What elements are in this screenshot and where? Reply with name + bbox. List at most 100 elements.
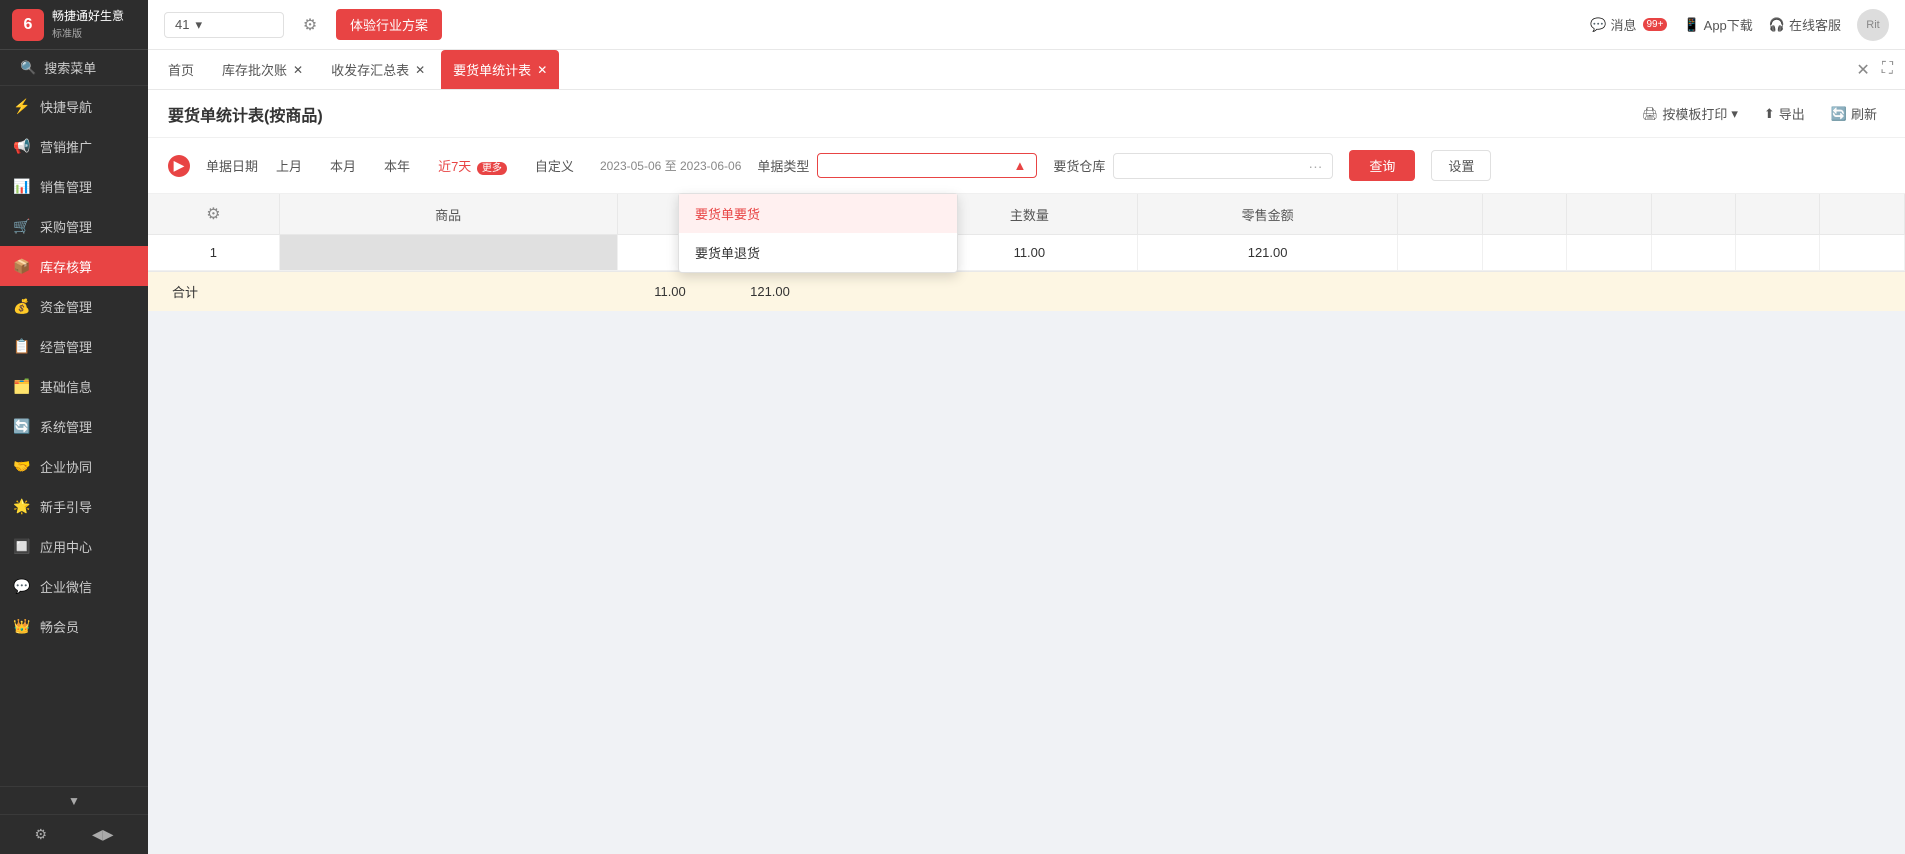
store-selector[interactable]: 41 ▾ xyxy=(164,12,284,38)
sidebar-item-operation[interactable]: 📋 经营管理 xyxy=(0,326,148,366)
tab-close-inventory-batch[interactable]: ✕ xyxy=(293,63,303,77)
tab-close-order-summary[interactable]: ✕ xyxy=(537,63,547,77)
col-header-product: 商品 xyxy=(279,194,617,235)
query-button[interactable]: 查询 xyxy=(1349,150,1415,181)
col-header-settings[interactable]: ⚙ xyxy=(148,194,279,235)
header-right: 💬 消息 99+ 📱 App下载 🎧 在线客服 Rit xyxy=(1590,9,1889,41)
page-body: 要货单统计表(按商品) 🖨 按模板打印 ▾ ⬆ 导出 🔄 刷新 xyxy=(148,90,1905,311)
print-label: 按模板打印 xyxy=(1662,104,1727,123)
tab-label-order-summary: 要货单统计表 xyxy=(453,60,531,79)
message-label: 消息 xyxy=(1610,15,1636,34)
sidebar-item-label-member: 畅会员 xyxy=(40,617,79,636)
sidebar-item-base[interactable]: 🗂️ 基础信息 xyxy=(0,366,148,406)
dropdown-item-order-goods[interactable]: 要货单要货 xyxy=(679,194,957,233)
wechat-icon: 💬 xyxy=(12,576,32,596)
data-table: ⚙商品主计量单位主数量零售金额 1 块 11.00 121.00 xyxy=(148,194,1905,271)
col-header-extra xyxy=(1482,194,1566,235)
sidebar-item-wechat[interactable]: 💬 企业微信 xyxy=(0,566,148,606)
sidebar-item-appstore[interactable]: 🔲 应用中心 xyxy=(0,526,148,566)
close-tab-btn[interactable]: ✕ xyxy=(1852,56,1873,84)
settings-footer-btn[interactable]: ⚙ xyxy=(34,826,47,843)
sidebar-item-enterprise[interactable]: 🤝 企业协同 xyxy=(0,446,148,486)
sales-icon: 📊 xyxy=(12,176,32,196)
setup-button[interactable]: 设置 xyxy=(1431,150,1491,181)
system-icon: 🔄 xyxy=(12,416,32,436)
warehouse-more-icon[interactable]: ··· xyxy=(1308,158,1322,174)
sidebar-item-label-system: 系统管理 xyxy=(40,417,92,436)
chevron-down-icon: ▾ xyxy=(195,17,202,33)
avatar-text: Rit xyxy=(1866,19,1879,31)
this-year-btn[interactable]: 本年 xyxy=(374,152,420,179)
footer-quantity: 11.00 xyxy=(620,284,720,299)
service-action[interactable]: 🎧 在线客服 xyxy=(1769,15,1841,34)
sidebar-item-purchase[interactable]: 🛒 采购管理 xyxy=(0,206,148,246)
sidebar-item-sales[interactable]: 📊 销售管理 xyxy=(0,166,148,206)
tab-home[interactable]: 首页 xyxy=(156,50,206,89)
tab-receivable-summary[interactable]: 收发存汇总表 ✕ xyxy=(319,50,437,89)
sidebar-item-label-sales: 销售管理 xyxy=(40,177,92,196)
logo-icon: 6 xyxy=(12,9,44,41)
tab-order-summary[interactable]: 要货单统计表 ✕ xyxy=(441,50,559,89)
sidebar-footer: ⚙ ◀▶ xyxy=(0,814,148,854)
table-row: 1 块 11.00 121.00 xyxy=(148,235,1905,271)
sidebar-item-label-enterprise: 企业协同 xyxy=(40,457,92,476)
service-icon: 🎧 xyxy=(1769,17,1785,33)
header-settings-btn[interactable]: ⚙ xyxy=(296,11,324,39)
sidebar-item-guide[interactable]: 🌟 新手引导 xyxy=(0,486,148,526)
export-btn[interactable]: ⬆ 导出 xyxy=(1756,100,1813,127)
app-download-action[interactable]: 📱 App下载 xyxy=(1683,15,1752,34)
page-content: 要货单统计表(按商品) 🖨 按模板打印 ▾ ⬆ 导出 🔄 刷新 xyxy=(148,90,1905,854)
filter-bar: ▶ 单据日期 上月 本月 本年 近7天 更多 自定义 2023-05-06 至 … xyxy=(148,138,1905,194)
sidebar-scroll-down[interactable]: ▼ xyxy=(0,786,148,814)
search-label: 搜索菜单 xyxy=(44,58,96,77)
print-btn[interactable]: 🖨 按模板打印 ▾ xyxy=(1634,100,1746,127)
sidebar-item-quick-nav[interactable]: ⚡ 快捷导航 xyxy=(0,86,148,126)
marketing-icon: 📢 xyxy=(12,136,32,156)
cell-extra4 xyxy=(1651,235,1735,271)
page-actions: 🖨 按模板打印 ▾ ⬆ 导出 🔄 刷新 xyxy=(1634,100,1885,127)
search-menu[interactable]: 🔍 搜索菜单 xyxy=(0,50,148,86)
last-7-days-btn[interactable]: 近7天 更多 xyxy=(428,152,517,179)
logo-text: 畅捷通好生意 xyxy=(52,9,124,25)
custom-date-btn[interactable]: 自定义 xyxy=(525,152,584,179)
service-label: 在线客服 xyxy=(1789,15,1841,34)
sidebar-item-member[interactable]: 👑 畅会员 xyxy=(0,606,148,646)
table-settings-icon[interactable]: ⚙ xyxy=(206,206,220,223)
toggle-footer-btn[interactable]: ◀▶ xyxy=(92,826,114,843)
warehouse-select[interactable]: ··· xyxy=(1113,153,1333,179)
message-icon: 💬 xyxy=(1590,17,1606,33)
sidebar-item-inventory[interactable]: 📦 库存核算 xyxy=(0,246,148,286)
type-select[interactable]: ▲ xyxy=(817,153,1037,178)
type-filter-label: 单据类型 xyxy=(757,156,809,175)
tab-label-receivable-summary: 收发存汇总表 xyxy=(331,60,409,79)
trial-button[interactable]: 体验行业方案 xyxy=(336,9,442,40)
dropdown-item-order-return[interactable]: 要货单退货 xyxy=(679,233,957,272)
sidebar-item-label-purchase: 采购管理 xyxy=(40,217,92,236)
message-action[interactable]: 💬 消息 99+ xyxy=(1590,15,1667,34)
tab-inventory-batch[interactable]: 库存批次账✕ xyxy=(210,50,315,89)
warehouse-filter-group: 要货仓库 ··· xyxy=(1053,153,1333,179)
tabs-controls: ✕ ⛶ xyxy=(1852,56,1897,84)
expand-tab-btn[interactable]: ⛶ xyxy=(1878,56,1897,84)
cell-extra3 xyxy=(1567,235,1651,271)
sidebar-item-marketing[interactable]: 📢 营销推广 xyxy=(0,126,148,166)
this-month-btn[interactable]: 本月 xyxy=(320,152,366,179)
last-7-days-label: 近7天 xyxy=(438,159,471,174)
sidebar-item-finance[interactable]: 💰 资金管理 xyxy=(0,286,148,326)
refresh-label: 刷新 xyxy=(1851,104,1877,123)
type-dropdown: 要货单要货要货单退货 xyxy=(678,193,958,273)
sidebar-item-system[interactable]: 🔄 系统管理 xyxy=(0,406,148,446)
refresh-btn[interactable]: 🔄 刷新 xyxy=(1823,100,1885,127)
last-month-btn[interactable]: 上月 xyxy=(266,152,312,179)
expand-filter-btn[interactable]: ▶ xyxy=(168,155,190,177)
sidebar-item-label-inventory: 库存核算 xyxy=(40,257,92,276)
sidebar-item-label-appstore: 应用中心 xyxy=(40,537,92,556)
top-header: 41 ▾ ⚙ 体验行业方案 💬 消息 99+ 📱 App下载 🎧 在线客服 xyxy=(148,0,1905,50)
tab-close-receivable-summary[interactable]: ✕ xyxy=(415,63,425,77)
quick-nav-icon: ⚡ xyxy=(12,96,32,116)
export-icon: ⬆ xyxy=(1764,106,1775,122)
col-header-extra xyxy=(1736,194,1820,235)
base-icon: 🗂️ xyxy=(12,376,32,396)
logo-text-area: 畅捷通好生意 标准版 xyxy=(52,9,124,40)
avatar[interactable]: Rit xyxy=(1857,9,1889,41)
